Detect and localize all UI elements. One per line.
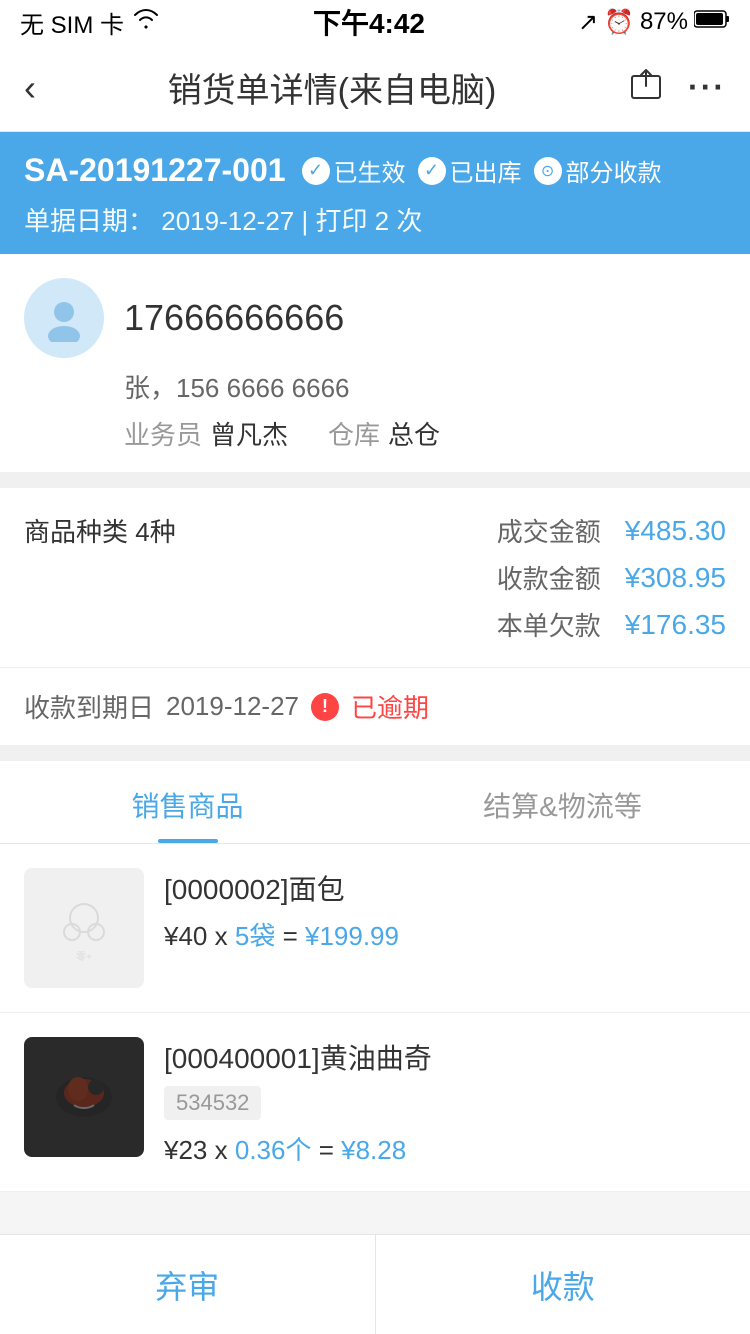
received-label: 收款金额 [497, 559, 601, 596]
back-button[interactable]: ‹ [24, 67, 36, 109]
overdue-icon: ! [311, 693, 339, 721]
bottom-bar: 弃审 收款 [0, 1234, 750, 1334]
summary-left: 商品种类 4种 [24, 512, 176, 553]
overdue-text: 已逾期 [351, 688, 429, 725]
deal-amount-row: 成交金额 ¥485.30 [497, 512, 726, 549]
status-bar-left: 无 SIM 卡 [20, 5, 160, 40]
deal-amount-value: ¥485.30 [625, 515, 726, 547]
customer-phone: 17666666666 [124, 297, 344, 339]
alarm-icon: ⏰ [604, 8, 634, 37]
product-name-2: [000400001]黄油曲奇 [164, 1037, 726, 1077]
warehouse-value: 总仓 [388, 415, 440, 452]
deal-amount-label: 成交金额 [497, 512, 601, 549]
product-price-2: ¥23 x 0.36个 = ¥8.28 [164, 1130, 726, 1167]
order-header: SA-20191227-001 ✓ 已生效 ✓ 已出库 ⊙ 部分收款 单据日期：… [0, 132, 750, 254]
status-bar-time: 下午4:42 [313, 2, 425, 42]
product-info-2: [000400001]黄油曲奇 534532 ¥23 x 0.36个 = ¥8.… [164, 1037, 726, 1167]
customer-section: 17666666666 张，156 6666 6666 业务员 曾凡杰 仓库 总… [0, 254, 750, 472]
status-badge-effective: ✓ 已生效 [302, 153, 406, 188]
owed-label: 本单欠款 [497, 606, 601, 643]
due-date-label: 收款到期日 [24, 688, 154, 725]
divider-1 [0, 472, 750, 488]
share-icon[interactable] [628, 66, 664, 109]
status-badge-partial: ⊙ 部分收款 [534, 153, 662, 188]
tab-settlement[interactable]: 结算&物流等 [375, 761, 750, 843]
product-type-item: 商品种类 4种 [24, 512, 176, 549]
clock-icon: ⊙ [534, 157, 562, 185]
battery-label: 87% [640, 8, 688, 36]
customer-name-phone: 张，156 6666 6666 [124, 368, 726, 405]
product-thumbnail-2 [24, 1037, 144, 1157]
page-title: 销货单详情(来自电脑) [168, 63, 497, 112]
owed-row: 本单欠款 ¥176.35 [497, 606, 726, 643]
salesperson-value: 曾凡杰 [210, 415, 288, 452]
received-value: ¥308.95 [625, 562, 726, 594]
salesperson-item: 业务员 曾凡杰 [124, 415, 288, 452]
order-id: SA-20191227-001 [24, 152, 286, 189]
confirm-button[interactable]: 收款 [376, 1235, 750, 1334]
salesperson-label: 业务员 [124, 415, 202, 452]
battery-icon [694, 8, 730, 36]
customer-avatar [24, 278, 104, 358]
product-thumbnail-1: 零+ [24, 868, 144, 988]
list-item: 零+ [0000002]面包 ¥40 x 5袋 = ¥199.99 [0, 844, 750, 1013]
received-row: 收款金额 ¥308.95 [497, 559, 726, 596]
more-icon[interactable]: ··· [688, 69, 726, 106]
warehouse-label: 仓库 [328, 415, 380, 452]
status-badges: ✓ 已生效 ✓ 已出库 ⊙ 部分收款 [302, 153, 662, 188]
customer-meta: 业务员 曾凡杰 仓库 总仓 [124, 415, 726, 452]
product-price-1: ¥40 x 5袋 = ¥199.99 [164, 916, 726, 953]
order-date: 单据日期： 2019-12-27 | 打印 2 次 [24, 201, 726, 238]
due-date-value: 2019-12-27 [166, 691, 299, 722]
cancel-button[interactable]: 弃审 [0, 1235, 376, 1334]
product-info-1: [0000002]面包 ¥40 x 5袋 = ¥199.99 [164, 868, 726, 953]
status-badge-shipped: ✓ 已出库 [418, 153, 522, 188]
summary-section: 商品种类 4种 成交金额 ¥485.30 收款金额 ¥308.95 本单欠款 ¥… [0, 488, 750, 667]
divider-2 [0, 745, 750, 761]
status-bar-right: ↗ ⏰ 87% [578, 8, 730, 37]
nav-bar: ‹ 销货单详情(来自电脑) ··· [0, 44, 750, 132]
owed-value: ¥176.35 [625, 609, 726, 641]
tabs-container: 销售商品 结算&物流等 [0, 761, 750, 844]
warehouse-item: 仓库 总仓 [328, 415, 440, 452]
location-icon: ↗ [578, 8, 598, 37]
list-item: [000400001]黄油曲奇 534532 ¥23 x 0.36个 = ¥8.… [0, 1013, 750, 1192]
nav-icons: ··· [628, 66, 726, 109]
svg-text:零+: 零+ [76, 951, 92, 963]
product-name-1: [0000002]面包 [164, 868, 726, 908]
due-date-section: 收款到期日 2019-12-27 ! 已逾期 [0, 667, 750, 745]
tab-products[interactable]: 销售商品 [0, 761, 375, 843]
product-sku-2: 534532 [164, 1086, 261, 1120]
check-icon-1: ✓ [302, 157, 330, 185]
check-icon-2: ✓ [418, 157, 446, 185]
summary-right: 成交金额 ¥485.30 收款金额 ¥308.95 本单欠款 ¥176.35 [497, 512, 726, 643]
status-bar: 无 SIM 卡 下午4:42 ↗ ⏰ 87% [0, 0, 750, 44]
product-list: 零+ [0000002]面包 ¥40 x 5袋 = ¥199.99 [0, 844, 750, 1192]
carrier-label: 无 SIM 卡 [20, 5, 124, 40]
wifi-icon [132, 8, 160, 36]
